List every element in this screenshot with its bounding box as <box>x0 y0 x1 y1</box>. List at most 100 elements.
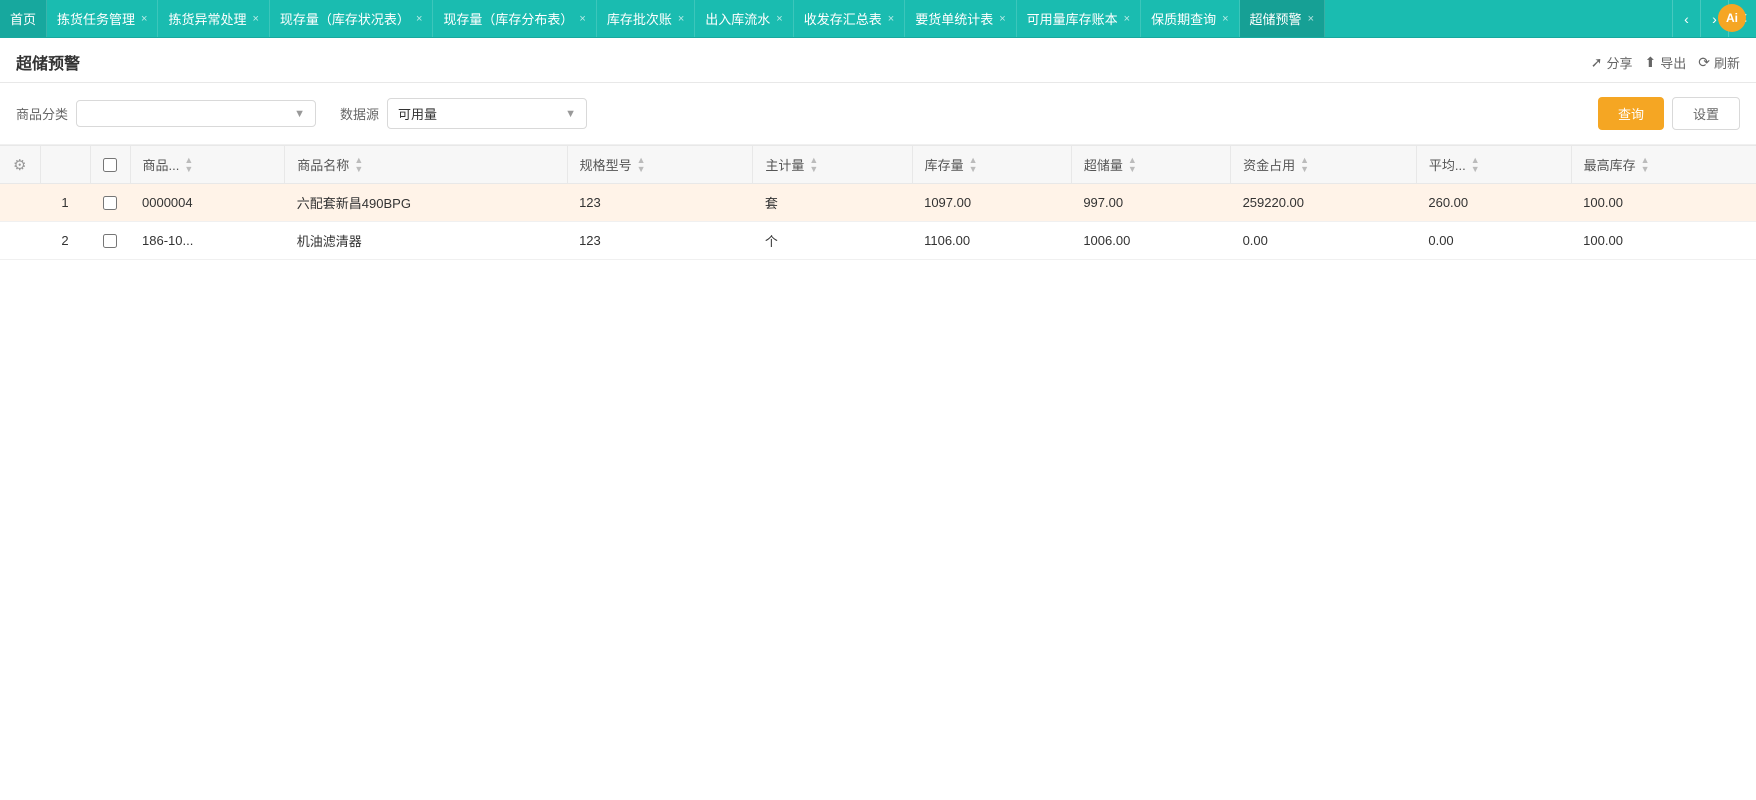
query-button[interactable]: 查询 <box>1598 97 1664 130</box>
tab-close-icon[interactable]: × <box>999 13 1005 25</box>
sort-overflow-icon: ▲▼ <box>1128 156 1137 174</box>
data-table: ⚙ 商品... ▲▼ <box>0 145 1756 260</box>
nav-tab-tab-10[interactable]: 保质期查询× <box>1141 0 1239 37</box>
row-index: 1 <box>40 184 90 222</box>
tab-label: 拣货任务管理 <box>57 9 135 28</box>
nav-tab-tab-11[interactable]: 超储预警× <box>1240 0 1325 37</box>
th-maxstock-label: 最高库存 <box>1584 155 1636 174</box>
nav-tab-tab-4[interactable]: 现存量（库存分布表） × <box>433 0 596 37</box>
nav-tab-tab-8[interactable]: 要货单统计表 × <box>905 0 1016 37</box>
nav-arrow-left[interactable]: ‹ <box>1672 0 1700 38</box>
tab-close-icon[interactable]: × <box>141 13 147 25</box>
page-title: 超储预警 <box>16 50 80 74</box>
datasource-label: 数据源 <box>340 104 379 123</box>
share-button[interactable]: ➚ 分享 <box>1591 53 1633 72</box>
th-code[interactable]: 商品... ▲▼ <box>130 146 285 184</box>
th-unit[interactable]: 主计量 ▲▼ <box>753 146 912 184</box>
category-label: 商品分类 <box>16 104 68 123</box>
row-maxstock: 100.00 <box>1571 222 1756 260</box>
sort-maxstock-icon: ▲▼ <box>1641 156 1650 174</box>
sort-capital-icon: ▲▼ <box>1300 156 1309 174</box>
th-overflow[interactable]: 超储量 ▲▼ <box>1071 146 1230 184</box>
select-all-checkbox[interactable] <box>103 158 117 172</box>
tab-label: 库存批次账 <box>607 9 672 28</box>
category-select[interactable]: ▼ <box>76 100 316 127</box>
page-container: 超储预警 ➚ 分享 ⬆ 导出 ⟳ 刷新 商品分类 ▼ 数据源 <box>0 38 1756 800</box>
th-avg-label: 平均... <box>1429 155 1466 174</box>
th-overflow-label: 超储量 <box>1084 155 1123 174</box>
share-icon: ➚ <box>1591 54 1603 71</box>
tab-label: 要货单统计表 <box>915 9 993 28</box>
sort-code-icon: ▲▼ <box>184 156 193 174</box>
refresh-button[interactable]: ⟳ 刷新 <box>1698 53 1740 72</box>
nav-bar: 首页 拣货任务管理×拣货异常处理×现存量（库存状况表）×现存量（库存分布表）×库… <box>0 0 1756 38</box>
sort-spec-icon: ▲▼ <box>637 156 646 174</box>
tab-close-icon[interactable]: × <box>252 13 258 25</box>
row-checkbox[interactable] <box>103 234 117 248</box>
tab-close-icon[interactable]: × <box>1308 13 1314 25</box>
row-capital: 0.00 <box>1231 222 1417 260</box>
nav-tab-tab-9[interactable]: 可用量库存账本 × <box>1017 0 1141 37</box>
category-chevron-icon: ▼ <box>294 108 305 120</box>
export-icon: ⬆ <box>1645 54 1657 71</box>
tab-close-icon[interactable]: × <box>888 13 894 25</box>
row-stock: 1106.00 <box>912 222 1071 260</box>
page-header: 超储预警 ➚ 分享 ⬆ 导出 ⟳ 刷新 <box>0 38 1756 83</box>
header-actions: ➚ 分享 ⬆ 导出 ⟳ 刷新 <box>1591 53 1740 72</box>
sort-stock-icon: ▲▼ <box>969 156 978 174</box>
table-header-row: ⚙ 商品... ▲▼ <box>0 146 1756 184</box>
tab-close-icon[interactable]: × <box>678 13 684 25</box>
refresh-label: 刷新 <box>1714 53 1740 72</box>
row-spec: 123 <box>567 222 753 260</box>
th-avg[interactable]: 平均... ▲▼ <box>1416 146 1571 184</box>
th-maxstock[interactable]: 最高库存 ▲▼ <box>1571 146 1756 184</box>
row-index: 2 <box>40 222 90 260</box>
tab-close-icon[interactable]: × <box>579 13 585 25</box>
nav-tab-tab-6[interactable]: 出入库流水× <box>695 0 793 37</box>
export-button[interactable]: ⬆ 导出 <box>1645 53 1687 72</box>
nav-tab-tab-3[interactable]: 现存量（库存状况表） × <box>270 0 433 37</box>
export-label: 导出 <box>1660 53 1686 72</box>
row-avg: 260.00 <box>1416 184 1571 222</box>
th-name[interactable]: 商品名称 ▲▼ <box>285 146 567 184</box>
th-capital-label: 资金占用 <box>1243 155 1295 174</box>
nav-tab-tab-1[interactable]: 拣货任务管理 × <box>47 0 158 37</box>
row-name: 机油滤清器 <box>285 222 567 260</box>
row-overflow: 1006.00 <box>1071 222 1230 260</box>
nav-tab-tab-2[interactable]: 拣货异常处理× <box>158 0 269 37</box>
home-label: 首页 <box>10 9 36 28</box>
row-checkbox[interactable] <box>103 196 117 210</box>
nav-tab-tab-5[interactable]: 库存批次账 × <box>597 0 695 37</box>
nav-home[interactable]: 首页 <box>0 0 47 37</box>
avatar[interactable]: Ai <box>1718 4 1746 32</box>
tab-close-icon[interactable]: × <box>1124 13 1130 25</box>
row-code: 186-10... <box>130 222 285 260</box>
datasource-chevron-icon: ▼ <box>565 108 576 120</box>
tab-close-icon[interactable]: × <box>416 13 422 25</box>
settings-button[interactable]: 设置 <box>1672 97 1740 130</box>
datasource-value: 可用量 <box>398 104 437 123</box>
row-name: 六配套新昌490BPG <box>285 184 567 222</box>
th-spec[interactable]: 规格型号 ▲▼ <box>567 146 753 184</box>
th-unit-label: 主计量 <box>765 155 804 174</box>
th-capital[interactable]: 资金占用 ▲▼ <box>1231 146 1417 184</box>
row-checkbox-cell <box>90 222 130 260</box>
row-settings-cell <box>0 222 40 260</box>
tab-label: 可用量库存账本 <box>1027 9 1118 28</box>
row-overflow: 997.00 <box>1071 184 1230 222</box>
datasource-select[interactable]: 可用量 ▼ <box>387 98 587 129</box>
tab-label: 现存量（库存分布表） <box>443 9 573 28</box>
row-settings-cell <box>0 184 40 222</box>
th-index <box>40 146 90 184</box>
tab-label: 收发存汇总表 <box>804 9 882 28</box>
settings-gear-icon[interactable]: ⚙ <box>13 157 26 174</box>
filter-area: 商品分类 ▼ 数据源 可用量 ▼ 查询 设置 <box>0 83 1756 145</box>
tab-label: 现存量（库存状况表） <box>280 9 410 28</box>
sort-name-icon: ▲▼ <box>354 156 363 174</box>
tab-close-icon[interactable]: × <box>776 13 782 25</box>
filter-actions: 查询 设置 <box>1598 97 1740 130</box>
th-stock[interactable]: 库存量 ▲▼ <box>912 146 1071 184</box>
category-value <box>87 106 91 121</box>
nav-tab-tab-7[interactable]: 收发存汇总表 × <box>794 0 905 37</box>
tab-close-icon[interactable]: × <box>1222 13 1228 25</box>
